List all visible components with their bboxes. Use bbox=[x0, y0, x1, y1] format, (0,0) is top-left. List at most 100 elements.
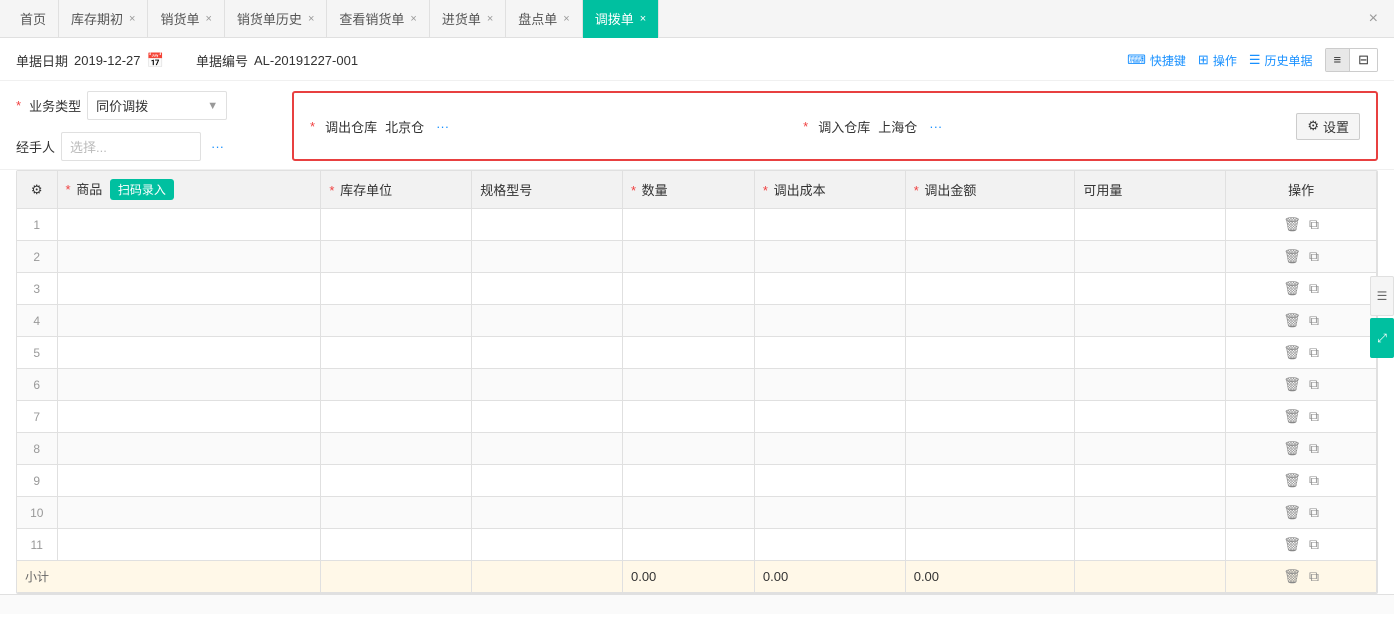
row-amount-11[interactable] bbox=[905, 529, 1075, 561]
copy-icon-9[interactable]: ⧉ bbox=[1309, 472, 1319, 489]
col-header-gear[interactable]: ⚙ bbox=[17, 171, 57, 209]
copy-icon-4[interactable]: ⧉ bbox=[1309, 312, 1319, 329]
tab-view-sales[interactable]: 查看销货单 × bbox=[327, 0, 429, 38]
row-spec-2[interactable] bbox=[472, 241, 623, 273]
row-product-11[interactable] bbox=[57, 529, 321, 561]
business-type-select[interactable]: 同价调拨 ▼ bbox=[87, 91, 227, 120]
row-unit-10[interactable] bbox=[321, 497, 472, 529]
tab-sales-order[interactable]: 销货单 × bbox=[148, 0, 224, 38]
row-spec-7[interactable] bbox=[472, 401, 623, 433]
row-amount-6[interactable] bbox=[905, 369, 1075, 401]
row-amount-5[interactable] bbox=[905, 337, 1075, 369]
delete-icon-11[interactable]: 🗑 bbox=[1283, 536, 1301, 553]
row-product-5[interactable] bbox=[57, 337, 321, 369]
row-cost-4[interactable] bbox=[754, 305, 905, 337]
tab-purchase-close[interactable]: × bbox=[487, 13, 493, 25]
row-qty-10[interactable] bbox=[622, 497, 754, 529]
row-amount-1[interactable] bbox=[905, 209, 1075, 241]
date-value[interactable]: 2019-12-27 bbox=[74, 53, 141, 68]
tab-inventory[interactable]: 盘点单 × bbox=[506, 0, 582, 38]
row-cost-9[interactable] bbox=[754, 465, 905, 497]
grid-view-btn[interactable]: ⊟ bbox=[1350, 49, 1377, 71]
row-amount-9[interactable] bbox=[905, 465, 1075, 497]
warehouse-in-more-btn[interactable]: ··· bbox=[925, 119, 946, 134]
row-cost-7[interactable] bbox=[754, 401, 905, 433]
history-action[interactable]: ☰ 历史单据 bbox=[1249, 52, 1313, 69]
row-qty-1[interactable] bbox=[622, 209, 754, 241]
row-product-4[interactable] bbox=[57, 305, 321, 337]
row-cost-11[interactable] bbox=[754, 529, 905, 561]
row-amount-3[interactable] bbox=[905, 273, 1075, 305]
delete-icon-7[interactable]: 🗑 bbox=[1283, 408, 1301, 425]
row-unit-3[interactable] bbox=[321, 273, 472, 305]
row-cost-10[interactable] bbox=[754, 497, 905, 529]
row-spec-11[interactable] bbox=[472, 529, 623, 561]
row-unit-2[interactable] bbox=[321, 241, 472, 273]
row-spec-4[interactable] bbox=[472, 305, 623, 337]
row-amount-7[interactable] bbox=[905, 401, 1075, 433]
subtotal-delete-icon[interactable]: 🗑 bbox=[1283, 568, 1301, 585]
subtotal-copy-icon[interactable]: ⧉ bbox=[1309, 568, 1319, 585]
warehouse-out-more-btn[interactable]: ··· bbox=[432, 119, 453, 134]
tab-purchase[interactable]: 进货单 × bbox=[430, 0, 506, 38]
row-qty-11[interactable] bbox=[622, 529, 754, 561]
tab-view-sales-close[interactable]: × bbox=[410, 13, 416, 25]
row-qty-3[interactable] bbox=[622, 273, 754, 305]
row-product-2[interactable] bbox=[57, 241, 321, 273]
row-product-6[interactable] bbox=[57, 369, 321, 401]
handler-more-btn[interactable]: ··· bbox=[207, 139, 228, 154]
row-available-6[interactable] bbox=[1075, 369, 1226, 401]
tab-initial-stock[interactable]: 库存期初 × bbox=[59, 0, 148, 38]
row-available-7[interactable] bbox=[1075, 401, 1226, 433]
copy-icon-1[interactable]: ⧉ bbox=[1309, 216, 1319, 233]
row-unit-1[interactable] bbox=[321, 209, 472, 241]
row-spec-10[interactable] bbox=[472, 497, 623, 529]
row-spec-9[interactable] bbox=[472, 465, 623, 497]
row-available-1[interactable] bbox=[1075, 209, 1226, 241]
row-product-8[interactable] bbox=[57, 433, 321, 465]
row-unit-7[interactable] bbox=[321, 401, 472, 433]
delete-icon-3[interactable]: 🗑 bbox=[1283, 280, 1301, 297]
row-cost-8[interactable] bbox=[754, 433, 905, 465]
row-product-3[interactable] bbox=[57, 273, 321, 305]
row-qty-6[interactable] bbox=[622, 369, 754, 401]
row-unit-5[interactable] bbox=[321, 337, 472, 369]
row-amount-10[interactable] bbox=[905, 497, 1075, 529]
row-product-9[interactable] bbox=[57, 465, 321, 497]
delete-icon-10[interactable]: 🗑 bbox=[1283, 504, 1301, 521]
row-qty-2[interactable] bbox=[622, 241, 754, 273]
row-spec-5[interactable] bbox=[472, 337, 623, 369]
warehouse-out-value[interactable]: 北京仓 bbox=[385, 117, 424, 136]
row-available-5[interactable] bbox=[1075, 337, 1226, 369]
shortcut-action[interactable]: ⌨ 快捷键 bbox=[1127, 52, 1186, 69]
tab-transfer[interactable]: 调拨单 × bbox=[583, 0, 659, 38]
tab-sales-order-close[interactable]: × bbox=[205, 13, 211, 25]
row-available-11[interactable] bbox=[1075, 529, 1226, 561]
row-product-7[interactable] bbox=[57, 401, 321, 433]
row-cost-3[interactable] bbox=[754, 273, 905, 305]
warehouse-in-value[interactable]: 上海仓 bbox=[878, 117, 917, 136]
copy-icon-2[interactable]: ⧉ bbox=[1309, 248, 1319, 265]
row-product-10[interactable] bbox=[57, 497, 321, 529]
copy-icon-11[interactable]: ⧉ bbox=[1309, 536, 1319, 553]
tab-transfer-close[interactable]: × bbox=[640, 13, 646, 25]
row-available-2[interactable] bbox=[1075, 241, 1226, 273]
row-qty-9[interactable] bbox=[622, 465, 754, 497]
delete-icon-6[interactable]: 🗑 bbox=[1283, 376, 1301, 393]
copy-icon-7[interactable]: ⧉ bbox=[1309, 408, 1319, 425]
float-list-btn[interactable]: ☰ bbox=[1370, 276, 1394, 316]
row-qty-8[interactable] bbox=[622, 433, 754, 465]
copy-icon-8[interactable]: ⧉ bbox=[1309, 440, 1319, 457]
row-unit-4[interactable] bbox=[321, 305, 472, 337]
row-available-4[interactable] bbox=[1075, 305, 1226, 337]
copy-icon-5[interactable]: ⧉ bbox=[1309, 344, 1319, 361]
row-unit-6[interactable] bbox=[321, 369, 472, 401]
close-all-tabs[interactable]: × bbox=[1361, 10, 1386, 28]
row-cost-2[interactable] bbox=[754, 241, 905, 273]
row-qty-5[interactable] bbox=[622, 337, 754, 369]
copy-icon-10[interactable]: ⧉ bbox=[1309, 504, 1319, 521]
scan-input-btn[interactable]: 扫码录入 bbox=[110, 179, 174, 200]
tab-initial-stock-close[interactable]: × bbox=[129, 13, 135, 25]
copy-icon-6[interactable]: ⧉ bbox=[1309, 376, 1319, 393]
row-unit-8[interactable] bbox=[321, 433, 472, 465]
